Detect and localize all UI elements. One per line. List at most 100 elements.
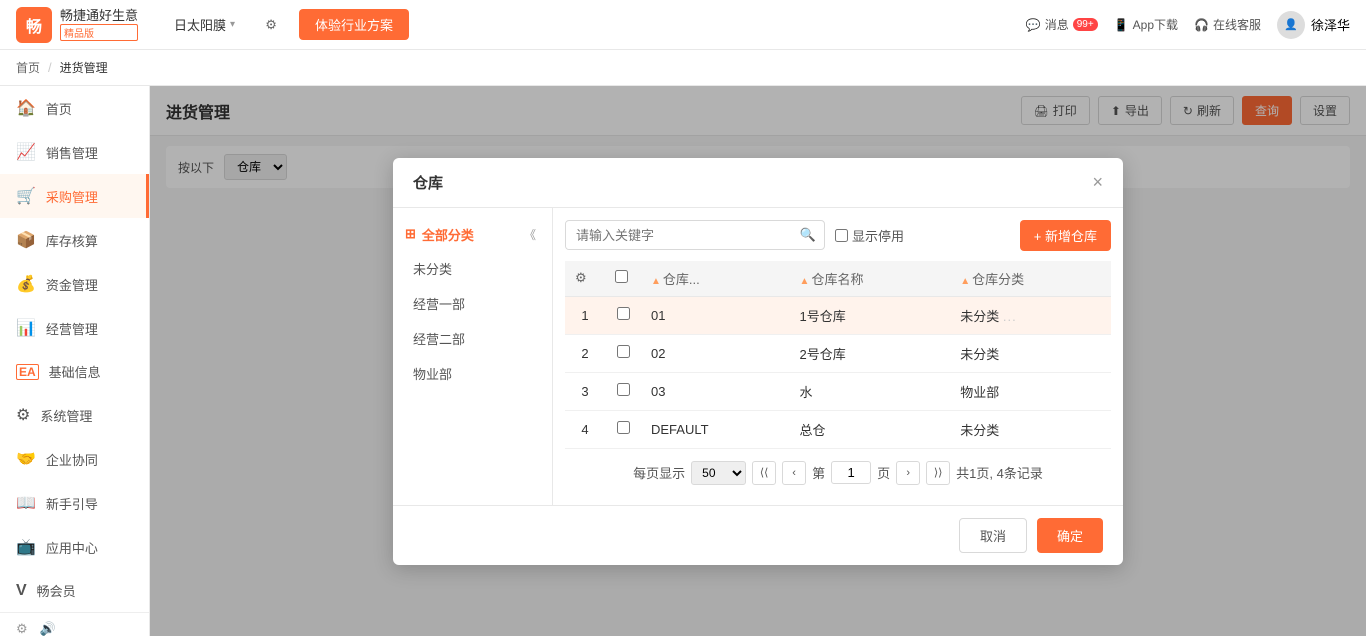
category-panel: ⊞ 全部分类 《 未分类 经营一部 经营二部 物业部 [393, 208, 553, 505]
bottom-speaker-icon[interactable]: 🔊 [40, 621, 56, 636]
sidebar-item-system[interactable]: ⚙ 系统管理 [0, 393, 149, 437]
sidebar-item-home[interactable]: 🏠 首页 [0, 86, 149, 130]
select-all-checkbox[interactable] [615, 270, 628, 283]
sidebar-item-sales[interactable]: 📈 销售管理 [0, 130, 149, 174]
prev-page-button[interactable]: ‹ [782, 461, 806, 485]
store-name: 日太阳膜 [174, 15, 226, 34]
inventory-icon: 📦 [16, 230, 36, 250]
table-toolbar: 🔍 显示停用 + 新增仓库 [565, 220, 1111, 251]
sidebar-item-purchase[interactable]: 🛒 采购管理 [0, 174, 149, 218]
sidebar-item-membership[interactable]: V 畅会员 [0, 569, 149, 612]
sidebar-item-basic-info[interactable]: EA 基础信息 [0, 350, 149, 393]
category-item-property[interactable]: 物业部 [393, 356, 552, 391]
modal-close-button[interactable]: × [1092, 173, 1103, 191]
table-row[interactable]: 4 DEFAULT 总仓 未分类 [565, 410, 1111, 448]
sidebar-item-label-purchase: 采购管理 [46, 187, 98, 206]
last-page-button[interactable]: ⟩⟩ [926, 461, 950, 485]
content-area: 进货管理 🖨 打印 ⬆ 导出 ↻ 刷新 查询 设置 按以下 仓库 [150, 86, 1366, 636]
category-item-dept2[interactable]: 经营二部 [393, 321, 552, 356]
username: 徐泽华 [1311, 15, 1350, 34]
table-header-row: ⚙ ▲仓库... ▲仓库名称 ▲仓库分类 [565, 261, 1111, 297]
phone-icon: 📱 [1114, 18, 1129, 32]
bottom-gear-icon[interactable]: ⚙ [16, 621, 28, 636]
store-selector[interactable]: 日太阳膜 ▾ [166, 11, 243, 38]
per-page-label: 每页显示 [633, 463, 685, 482]
category-item-dept1[interactable]: 经营一部 [393, 286, 552, 321]
row-name-3: 水 [790, 372, 951, 410]
col-name: ▲仓库名称 [790, 261, 951, 297]
add-warehouse-button[interactable]: + 新增仓库 [1020, 220, 1111, 251]
table-row[interactable]: 3 03 水 物业部 [565, 372, 1111, 410]
grid-icon: ⊞ [405, 226, 416, 242]
cancel-button[interactable]: 取消 [959, 518, 1027, 553]
row-code-4: DEFAULT [641, 410, 790, 448]
sidebar-item-app-center[interactable]: 📺 应用中心 [0, 525, 149, 569]
table-row[interactable]: 2 02 2号仓库 未分类 [565, 334, 1111, 372]
confirm-button[interactable]: 确定 [1037, 518, 1103, 553]
row-category-2: 未分类 [950, 334, 1111, 372]
row-checkbox-3[interactable] [617, 383, 630, 396]
sidebar-item-finance[interactable]: 💰 资金管理 [0, 262, 149, 306]
app-download-label: App下载 [1133, 16, 1178, 33]
sidebar-item-label-operations: 经营管理 [46, 319, 98, 338]
sidebar-item-guide[interactable]: 📖 新手引导 [0, 481, 149, 525]
row-name-1: 1号仓库 [790, 296, 951, 334]
show-disabled-checkbox[interactable] [835, 229, 848, 242]
operations-icon: 📊 [16, 318, 36, 338]
row-num-4: 4 [565, 410, 605, 448]
guide-icon: 📖 [16, 493, 36, 513]
modal-footer: 取消 确定 [393, 505, 1123, 565]
app-download-action[interactable]: 📱 App下载 [1114, 16, 1178, 33]
row-checkbox-1[interactable] [617, 307, 630, 320]
category-item-uncategorized[interactable]: 未分类 [393, 251, 552, 286]
category-all-header[interactable]: ⊞ 全部分类 《 [393, 218, 552, 251]
first-page-button[interactable]: ⟨⟨ [752, 461, 776, 485]
next-page-button[interactable]: › [896, 461, 920, 485]
sidebar-item-operations[interactable]: 📊 经营管理 [0, 306, 149, 350]
try-industry-button[interactable]: 体验行业方案 [299, 9, 409, 40]
show-disabled-option[interactable]: 显示停用 [835, 226, 904, 245]
row-category-4: 未分类 [950, 410, 1111, 448]
table-container: ⚙ ▲仓库... ▲仓库名称 ▲仓库分类 1 [565, 261, 1111, 449]
row-category-3: 物业部 [950, 372, 1111, 410]
more-icon-1[interactable]: ... [1003, 309, 1017, 324]
sales-icon: 📈 [16, 142, 36, 162]
per-page-select[interactable]: 50 20 100 [691, 461, 746, 485]
row-name-4: 总仓 [790, 410, 951, 448]
sidebar-item-label-home: 首页 [46, 99, 72, 118]
warehouse-table: ⚙ ▲仓库... ▲仓库名称 ▲仓库分类 1 [565, 261, 1111, 449]
sidebar-item-cooperation[interactable]: 🤝 企业协同 [0, 437, 149, 481]
message-action[interactable]: 💬 消息 99+ [1026, 16, 1098, 33]
page-input[interactable] [831, 461, 871, 484]
online-service-action[interactable]: 🎧 在线客服 [1194, 16, 1261, 33]
search-input[interactable] [566, 222, 792, 249]
main-layout: 🏠 首页 📈 销售管理 🛒 采购管理 📦 库存核算 💰 资金管理 📊 经营管理 … [0, 86, 1366, 636]
row-checkbox-4[interactable] [617, 421, 630, 434]
page-label: 第 [812, 463, 825, 482]
user-area[interactable]: 👤 徐泽华 [1277, 11, 1350, 39]
sidebar-item-label-app-center: 应用中心 [46, 538, 98, 557]
sidebar-item-label-finance: 资金管理 [46, 275, 98, 294]
row-checkbox-2[interactable] [617, 345, 630, 358]
breadcrumb-home[interactable]: 首页 [16, 59, 40, 76]
finance-icon: 💰 [16, 274, 36, 294]
row-num-1: 1 [565, 296, 605, 334]
col-check [605, 261, 641, 297]
collapse-icon[interactable]: 《 [520, 224, 540, 245]
header-right: 💬 消息 99+ 📱 App下载 🎧 在线客服 👤 徐泽华 [1026, 11, 1350, 39]
row-check-2 [605, 334, 641, 372]
search-icon[interactable]: 🔍 [792, 221, 824, 249]
settings-icon[interactable]: ⚙ [255, 9, 287, 41]
sidebar-item-inventory[interactable]: 📦 库存核算 [0, 218, 149, 262]
row-check-1 [605, 296, 641, 334]
table-row[interactable]: 1 01 1号仓库 未分类 ... [565, 296, 1111, 334]
row-name-2: 2号仓库 [790, 334, 951, 372]
logo-icon: 畅 [16, 7, 52, 43]
breadcrumb-current: 进货管理 [60, 59, 108, 76]
total-info: 共1页, 4条记录 [956, 463, 1043, 482]
top-header: 畅 畅捷通好生意 精品版 日太阳膜 ▾ ⚙ 体验行业方案 💬 消息 99+ 📱 … [0, 0, 1366, 50]
modal-body: ⊞ 全部分类 《 未分类 经营一部 经营二部 物业部 [393, 208, 1123, 505]
row-code-3: 03 [641, 372, 790, 410]
avatar: 👤 [1277, 11, 1305, 39]
message-label: 消息 [1045, 16, 1069, 33]
